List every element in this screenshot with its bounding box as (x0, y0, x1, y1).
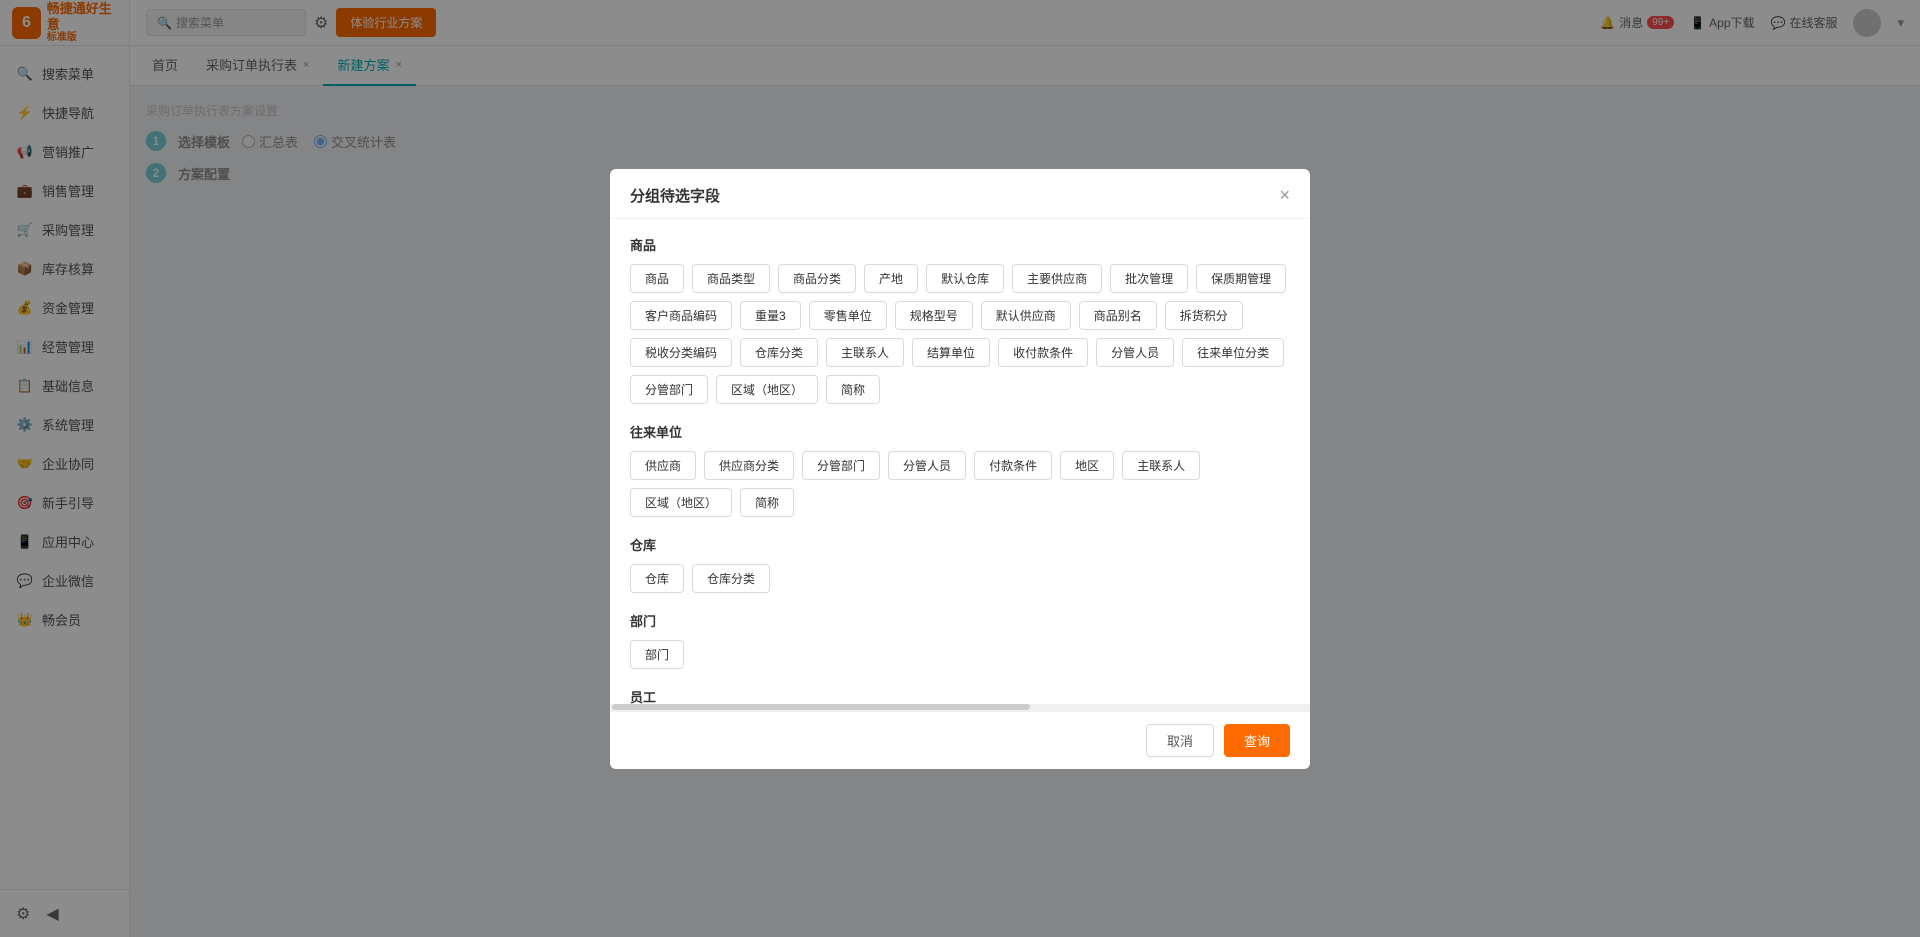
field-chip-仓库[interactable]: 仓库 (630, 564, 684, 593)
section-title-partner: 往来单位 (630, 422, 1290, 441)
section-employee: 员工业务员 (630, 687, 1290, 705)
modal-overlay: 分组待选字段 × 商品商品商品类型商品分类产地默认仓库主要供应商批次管理保质期管… (0, 0, 1920, 937)
field-chip-批次管理[interactable]: 批次管理 (1110, 264, 1188, 293)
modal-close-button[interactable]: × (1279, 185, 1290, 206)
field-chip-供应商[interactable]: 供应商 (630, 451, 696, 480)
field-chip-主联系人[interactable]: 主联系人 (826, 338, 904, 367)
field-chip-往来单位分类[interactable]: 往来单位分类 (1182, 338, 1284, 367)
field-chip-重量3[interactable]: 重量3 (740, 301, 801, 330)
confirm-button[interactable]: 查询 (1224, 724, 1290, 757)
field-chip-商品别名[interactable]: 商品别名 (1079, 301, 1157, 330)
modal-footer: 取消 查询 (610, 711, 1310, 769)
section-department: 部门部门 (630, 611, 1290, 669)
cancel-button[interactable]: 取消 (1146, 724, 1214, 757)
field-chips-department: 部门 (630, 640, 1290, 669)
field-chip-商品[interactable]: 商品 (630, 264, 684, 293)
field-chip-主联系人[interactable]: 主联系人 (1122, 451, 1200, 480)
field-chip-分管人员[interactable]: 分管人员 (888, 451, 966, 480)
field-chip-客户商品编码[interactable]: 客户商品编码 (630, 301, 732, 330)
field-chip-简称[interactable]: 简称 (740, 488, 794, 517)
field-chip-仓库分类[interactable]: 仓库分类 (692, 564, 770, 593)
field-chip-零售单位[interactable]: 零售单位 (809, 301, 887, 330)
section-product: 商品商品商品类型商品分类产地默认仓库主要供应商批次管理保质期管理客户商品编码重量… (630, 235, 1290, 404)
modal-body: 商品商品商品类型商品分类产地默认仓库主要供应商批次管理保质期管理客户商品编码重量… (610, 219, 1310, 705)
field-chip-简称[interactable]: 简称 (826, 375, 880, 404)
modal-title: 分组待选字段 (630, 185, 720, 206)
field-chip-默认供应商[interactable]: 默认供应商 (981, 301, 1071, 330)
field-chip-收付款条件[interactable]: 收付款条件 (998, 338, 1088, 367)
field-chip-部门[interactable]: 部门 (630, 640, 684, 669)
field-chip-区域（地区）[interactable]: 区域（地区） (630, 488, 732, 517)
field-chips-product: 商品商品类型商品分类产地默认仓库主要供应商批次管理保质期管理客户商品编码重量3 零… (630, 264, 1290, 404)
section-partner: 往来单位供应商供应商分类分管部门分管人员付款条件地区主联系人区域（地区） 简称 (630, 422, 1290, 517)
field-chip-结算单位[interactable]: 结算单位 (912, 338, 990, 367)
field-chip-默认仓库[interactable]: 默认仓库 (926, 264, 1004, 293)
section-title-product: 商品 (630, 235, 1290, 254)
field-chip-税收分类编码[interactable]: 税收分类编码 (630, 338, 732, 367)
field-chips-warehouse: 仓库仓库分类 (630, 564, 1290, 593)
modal-header: 分组待选字段 × (610, 169, 1310, 219)
field-chip-分管人员[interactable]: 分管人员 (1096, 338, 1174, 367)
field-chip-商品分类[interactable]: 商品分类 (778, 264, 856, 293)
field-chip-供应商分类[interactable]: 供应商分类 (704, 451, 794, 480)
field-select-modal: 分组待选字段 × 商品商品商品类型商品分类产地默认仓库主要供应商批次管理保质期管… (610, 169, 1310, 769)
field-chip-保质期管理[interactable]: 保质期管理 (1196, 264, 1286, 293)
section-title-department: 部门 (630, 611, 1290, 630)
field-chip-规格型号[interactable]: 规格型号 (895, 301, 973, 330)
field-chip-仓库分类[interactable]: 仓库分类 (740, 338, 818, 367)
field-chip-分管部门[interactable]: 分管部门 (802, 451, 880, 480)
field-chip-商品类型[interactable]: 商品类型 (692, 264, 770, 293)
field-chip-拆货积分[interactable]: 拆货积分 (1165, 301, 1243, 330)
field-chip-产地[interactable]: 产地 (864, 264, 918, 293)
section-warehouse: 仓库仓库仓库分类 (630, 535, 1290, 593)
section-title-warehouse: 仓库 (630, 535, 1290, 554)
field-chip-地区[interactable]: 地区 (1060, 451, 1114, 480)
field-chip-付款条件[interactable]: 付款条件 (974, 451, 1052, 480)
field-chip-主要供应商[interactable]: 主要供应商 (1012, 264, 1102, 293)
section-title-employee: 员工 (630, 687, 1290, 705)
field-chips-partner: 供应商供应商分类分管部门分管人员付款条件地区主联系人区域（地区） 简称 (630, 451, 1290, 517)
field-chip-区域（地区）[interactable]: 区域（地区） (716, 375, 818, 404)
field-chip-分管部门[interactable]: 分管部门 (630, 375, 708, 404)
